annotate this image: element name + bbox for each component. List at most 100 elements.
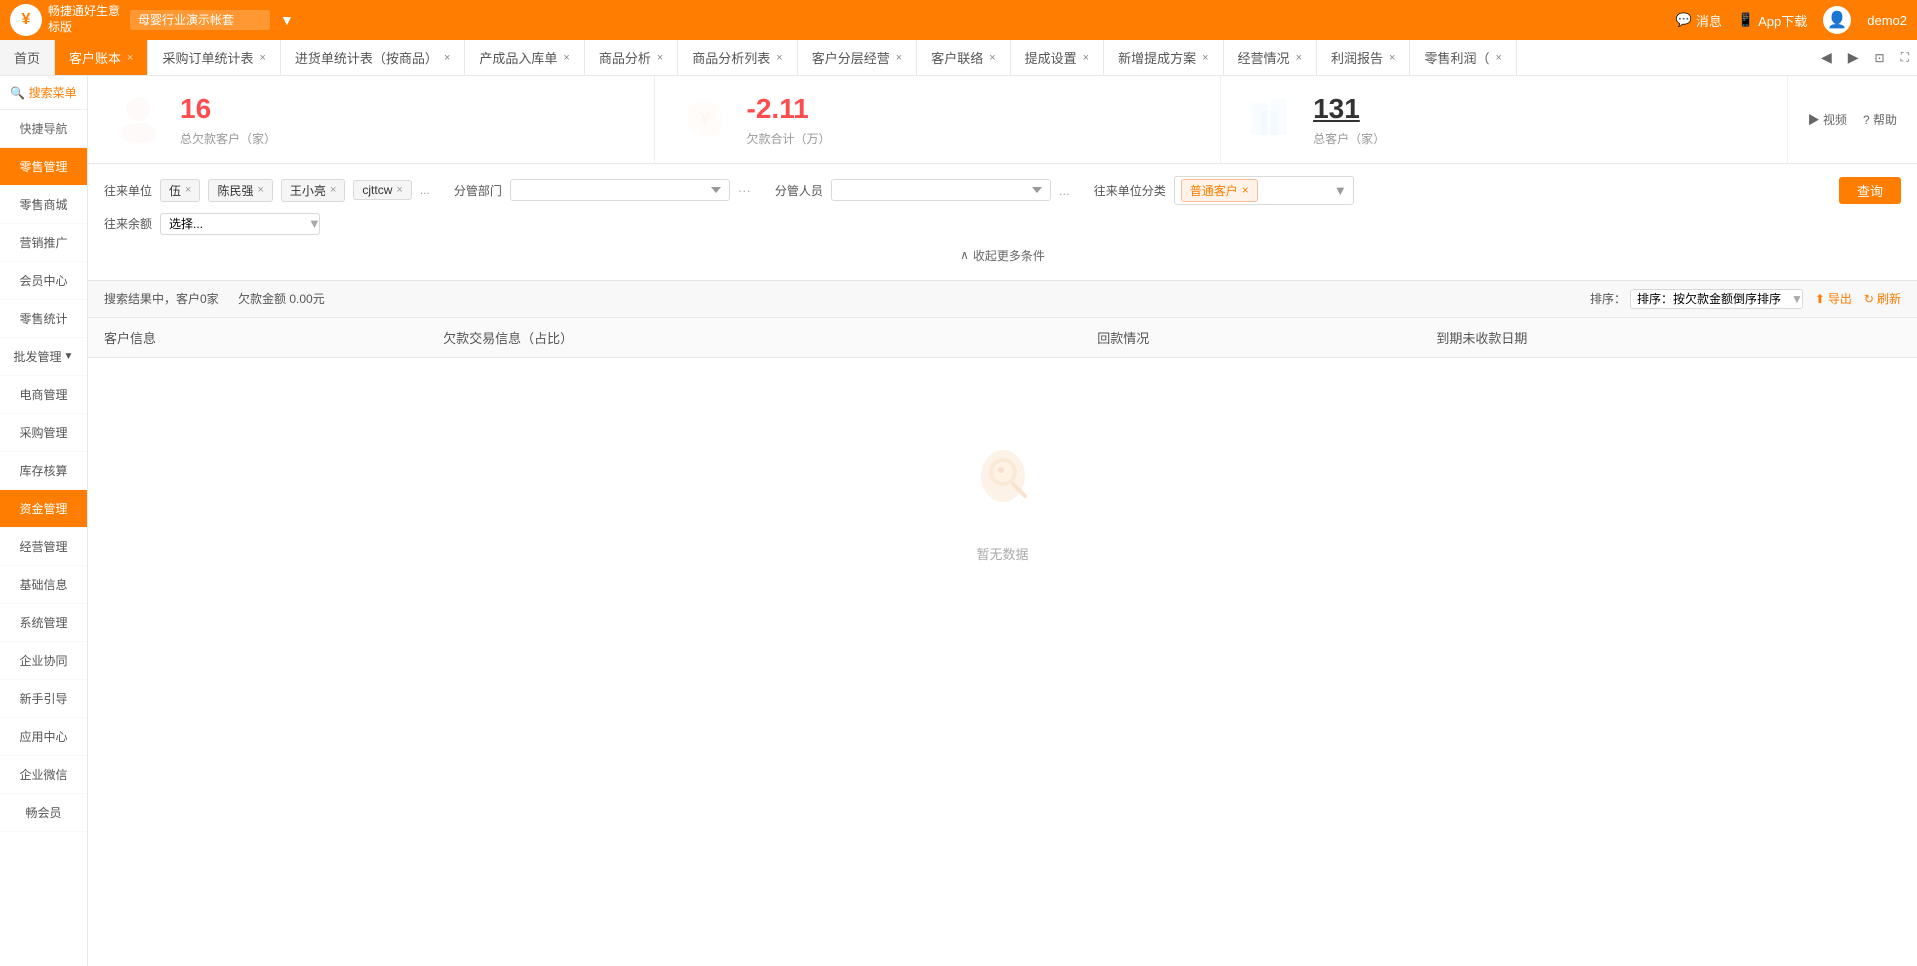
filter-row-1: 往来单位 伍 × 陈民强 × 王小亮 × cjttcw × ... — [104, 176, 1901, 205]
filter-tag-wang[interactable]: 王小亮 × — [281, 179, 345, 202]
sort-select[interactable]: 排序：按欠款金额倒序排序 — [1630, 289, 1803, 309]
tab-business[interactable]: 经营情况 × — [1224, 40, 1317, 76]
class-select-arrow[interactable]: ▼ — [1334, 183, 1347, 198]
sidebar-item-retail-mall[interactable]: 零售商城 — [0, 186, 87, 224]
nav-fullscreen-icon[interactable]: ⛶ — [1893, 50, 1917, 65]
sidebar-item-wholesale[interactable]: 批发管理 ▼ — [0, 338, 87, 376]
tab-home[interactable]: 首页 — [0, 40, 55, 76]
sidebar-item-marketing[interactable]: 营销推广 — [0, 224, 87, 262]
sidebar-item-new-guide[interactable]: 新手引导 — [0, 680, 87, 718]
stat-value-2: -2.11 — [747, 92, 831, 126]
tab-finished-stock[interactable]: 产成品入库单 × — [465, 40, 584, 76]
tab-purchase-stats[interactable]: 进货单统计表（按商品） × — [281, 40, 465, 76]
dept-more-dots[interactable]: ··· — [738, 183, 751, 198]
tab-goods-analysis[interactable]: 商品分析 × — [585, 40, 678, 76]
video-btn[interactable]: ▶ 视频 — [1808, 111, 1847, 128]
close-tab-goods[interactable]: × — [657, 52, 663, 64]
tab-add-commission[interactable]: 新增提成方案 × — [1104, 40, 1223, 76]
message-icon: 💬 — [1676, 12, 1692, 28]
close-tab-add-commission[interactable]: × — [1202, 52, 1208, 64]
nav-tabs-bar: 首页 客户账本 × 采购订单统计表 × 进货单统计表（按商品） × 产成品入库单… — [0, 40, 1917, 76]
sidebar-item-retail-management[interactable]: 零售管理 — [0, 148, 87, 186]
close-tab-commission[interactable]: × — [1083, 52, 1089, 64]
export-icon: ⬆ — [1815, 292, 1825, 306]
result-sort: 排序： 排序：按欠款金额倒序排序 ▼ — [1590, 289, 1803, 309]
ordinary-customer-tag[interactable]: 普通客户 × — [1181, 179, 1258, 202]
tab-retail-profit[interactable]: 零售利润（ × — [1410, 40, 1516, 76]
unit-label: 往来单位 — [104, 182, 152, 199]
close-tab-customer-ledger[interactable]: × — [127, 52, 133, 64]
remove-class-tag[interactable]: × — [1242, 183, 1249, 197]
filter-tag-wu[interactable]: 伍 × — [160, 179, 200, 202]
person-label: 分管人员 — [775, 182, 823, 199]
empty-text: 暂无数据 — [976, 544, 1028, 563]
col-repayment: 回款情况 — [1081, 318, 1420, 358]
sidebar-item-enterprise-collab[interactable]: 企业协同 — [0, 642, 87, 680]
tab-customer-ledger[interactable]: 客户账本 × — [55, 40, 148, 76]
messages-btn[interactable]: 💬 消息 — [1676, 11, 1722, 30]
refresh-btn[interactable]: ↻ 刷新 — [1864, 290, 1901, 307]
sidebar-item-purchase[interactable]: 采购管理 — [0, 414, 87, 452]
tab-goods-analysis-list[interactable]: 商品分析列表 × — [678, 40, 797, 76]
demo-select-arrow[interactable]: ▼ — [280, 12, 294, 28]
tab-profit-report[interactable]: 利润报告 × — [1317, 40, 1410, 76]
nav-left-arrow[interactable]: ◀ — [1813, 49, 1840, 66]
tab-purchase-order[interactable]: 采购订单统计表 × — [148, 40, 280, 76]
sidebar-item-fund-management[interactable]: 资金管理 — [0, 490, 87, 528]
close-tab-tier[interactable]: × — [896, 52, 902, 64]
collapse-filter-btn[interactable]: ∧ 收起更多条件 — [104, 243, 1901, 268]
dept-select[interactable] — [510, 179, 730, 201]
tab-customer-contact[interactable]: 客户联络 × — [917, 40, 1010, 76]
sidebar-quick-nav[interactable]: 快捷导航 — [0, 110, 87, 148]
sidebar-item-system[interactable]: 系统管理 — [0, 604, 87, 642]
person-select[interactable] — [831, 179, 1051, 201]
close-tab-business[interactable]: × — [1296, 52, 1302, 64]
close-tab-contact[interactable]: × — [989, 52, 995, 64]
empty-state: 暂无数据 — [88, 358, 1917, 643]
sidebar-search-btn[interactable]: 🔍 搜索菜单 — [0, 76, 87, 110]
remove-tag-chen[interactable]: × — [257, 184, 263, 196]
sidebar-item-wechat-work[interactable]: 企业微信 — [0, 756, 87, 794]
tab-customer-tier[interactable]: 客户分层经营 × — [798, 40, 917, 76]
close-tab-profit[interactable]: × — [1389, 52, 1395, 64]
user-name-label[interactable]: demo2 — [1867, 13, 1907, 28]
remove-tag-wu[interactable]: × — [185, 184, 191, 196]
sidebar-item-inventory[interactable]: 库存核算 — [0, 452, 87, 490]
remove-tag-cjttcw[interactable]: × — [396, 184, 402, 196]
download-icon: 📱 — [1738, 12, 1754, 28]
stat-data-1: 16 总欠款客户（家） — [180, 92, 276, 147]
remove-tag-wang[interactable]: × — [330, 184, 336, 196]
amount-select-arrow[interactable]: ▼ — [308, 216, 321, 231]
filter-more-btn[interactable]: ... — [420, 183, 430, 197]
demo-account-select[interactable]: 母婴行业演示帐套 — [130, 10, 270, 30]
close-tab-purchase[interactable]: × — [259, 52, 265, 64]
sidebar-item-chang-member[interactable]: 畅会员 — [0, 794, 87, 832]
stat-value-1: 16 — [180, 92, 276, 126]
app-download-btn[interactable]: 📱 App下载 — [1738, 11, 1807, 30]
export-btn[interactable]: ⬆ 导出 — [1815, 290, 1852, 307]
sidebar-item-ecommerce[interactable]: 电商管理 — [0, 376, 87, 414]
filter-area: 往来单位 伍 × 陈民强 × 王小亮 × cjttcw × ... — [88, 164, 1917, 281]
help-btn[interactable]: ? 帮助 — [1863, 111, 1897, 128]
sidebar-item-operation[interactable]: 经营管理 — [0, 528, 87, 566]
person-more-dots[interactable]: ... — [1059, 183, 1070, 198]
filter-tag-chen[interactable]: 陈民强 × — [208, 179, 272, 202]
sidebar-item-retail-stats[interactable]: 零售统计 — [0, 300, 87, 338]
query-button[interactable]: 查询 — [1839, 177, 1901, 204]
top-header: ¥ 畅捷通好生意 标版 母婴行业演示帐套 ▼ 💬 消息 📱 App下载 👤 de… — [0, 0, 1917, 40]
close-tab-goods-list[interactable]: × — [776, 52, 782, 64]
unit-class-select-container[interactable]: 普通客户 × ▼ — [1174, 176, 1354, 205]
wholesale-arrow-icon: ▼ — [64, 351, 74, 362]
filter-tag-cjttcw[interactable]: cjttcw × — [353, 180, 411, 200]
close-tab-finished[interactable]: × — [563, 52, 569, 64]
col-debt-info: 欠款交易信息（占比） — [427, 318, 1081, 358]
sidebar-item-basic-info[interactable]: 基础信息 — [0, 566, 87, 604]
close-tab-retail-profit[interactable]: × — [1495, 52, 1501, 64]
amount-select[interactable]: 选择... — [160, 213, 320, 235]
sidebar-item-member-center[interactable]: 会员中心 — [0, 262, 87, 300]
close-tab-purchase-stats[interactable]: × — [444, 52, 450, 64]
tab-commission-settings[interactable]: 提成设置 × — [1011, 40, 1104, 76]
sidebar-item-app-center[interactable]: 应用中心 — [0, 718, 87, 756]
nav-expand-icon[interactable]: ⊡ — [1867, 51, 1893, 65]
nav-right-arrow[interactable]: ▶ — [1840, 49, 1867, 66]
